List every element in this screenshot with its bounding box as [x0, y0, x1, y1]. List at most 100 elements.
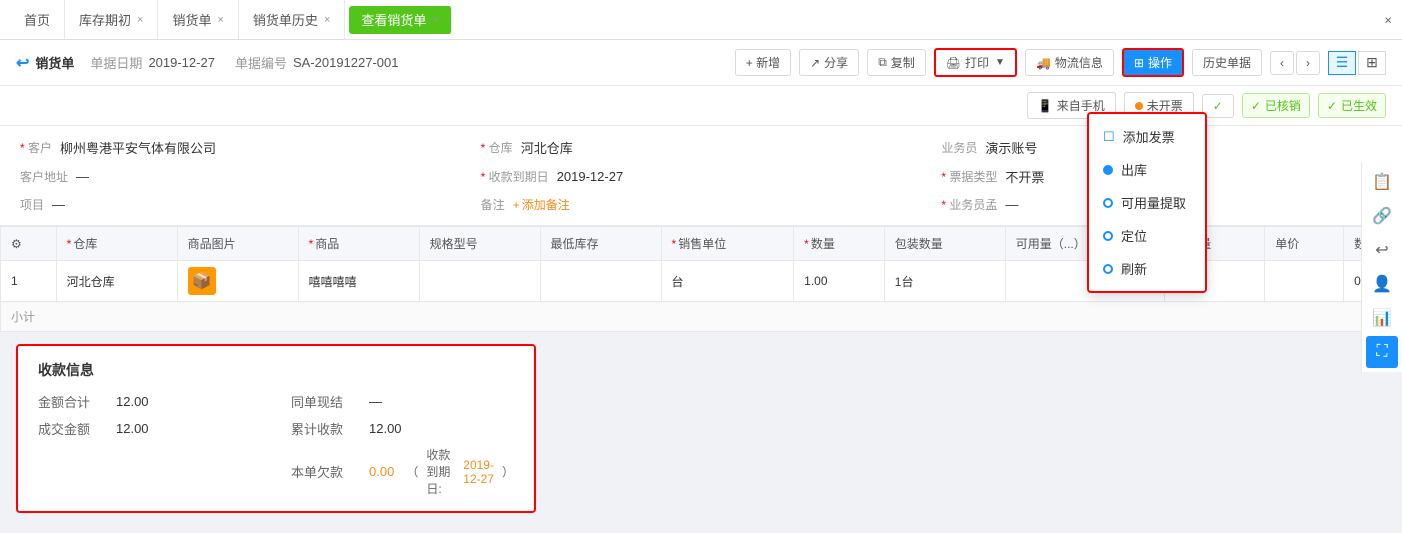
locate-item[interactable]: 定位 — [1089, 219, 1205, 252]
salesperson2-label: 业务员孟 — [941, 196, 997, 213]
col-price: 单价 — [1265, 227, 1344, 261]
warehouse-field: 仓库 河北仓库 — [481, 138, 922, 157]
copy-button[interactable]: ⧉ 复制 — [867, 49, 926, 76]
sidebar-icon-document[interactable]: 📋 — [1366, 166, 1398, 198]
salesperson-label: 业务员 — [941, 139, 977, 156]
operations-icon: ⊞ — [1134, 56, 1144, 70]
subtotal-row: 小计 — [1, 302, 1402, 332]
out-warehouse-item[interactable]: 出库 — [1089, 153, 1205, 186]
close-view-sales-tab[interactable]: × — [432, 14, 438, 26]
col-settings[interactable]: ⚙ — [1, 227, 57, 261]
summary-grid: 金额合计 12.00 同单现结 — 成交金额 12.00 累计收款 12.00 … — [38, 392, 514, 497]
out-warehouse-icon — [1103, 165, 1113, 175]
summary-title: 收款信息 — [38, 360, 514, 380]
row-seq: 1 — [1, 261, 57, 302]
nav-arrows: ‹ › — [1270, 51, 1320, 75]
product-image: 📦 — [188, 267, 216, 295]
same-bill-label: 同单现结 — [291, 392, 361, 411]
due-date-field: 收款到期日 2019-12-27 — [481, 167, 922, 186]
prev-arrow[interactable]: ‹ — [1270, 51, 1294, 75]
share-button[interactable]: ↗ 分享 — [799, 49, 859, 76]
refresh-icon — [1103, 264, 1113, 274]
owed-note: （ — [406, 463, 418, 480]
sidebar-icon-link[interactable]: 🔗 — [1366, 200, 1398, 232]
sidebar-icon-expand[interactable]: ⛶ — [1366, 336, 1398, 368]
row-price — [1265, 261, 1344, 302]
project-field: 项目 — — [20, 196, 461, 213]
due-date-value: 2019-12-27 — [557, 169, 624, 184]
row-img: 📦 — [177, 261, 298, 302]
col-product: *商品 — [298, 227, 419, 261]
warehouse-label: 仓库 — [481, 139, 513, 156]
col-min-stock: 最低库存 — [540, 227, 661, 261]
sidebar-icon-user[interactable]: 👤 — [1366, 268, 1398, 300]
total-amount-label: 金额合计 — [38, 392, 108, 411]
close-sales-tab[interactable]: × — [217, 14, 223, 26]
cumulative-field: 累计收款 12.00 — [291, 419, 514, 438]
list-view-btn[interactable]: ☰ — [1328, 51, 1356, 75]
row-qty: 1.00 — [794, 261, 885, 302]
tab-home[interactable]: 首页 — [8, 0, 65, 39]
tab-sales-history[interactable]: 销货单历史 × — [239, 0, 345, 39]
close-sales-history-tab[interactable]: × — [324, 14, 330, 26]
new-button[interactable]: + 新增 — [735, 49, 791, 76]
add-note-button[interactable]: + 添加备注 — [513, 196, 570, 213]
owed-close-paren: ） — [502, 463, 514, 480]
customer-label: 客户 — [20, 139, 52, 156]
customer-value: 柳州粤港平安气体有限公司 — [60, 138, 216, 157]
close-inventory-tab[interactable]: × — [137, 14, 143, 26]
sold-out-icon: ✓ — [1251, 99, 1261, 113]
doc-title: ↩ 销货单 — [16, 53, 74, 73]
customer-field: 客户 柳州粤港平安气体有限公司 — [20, 138, 461, 157]
doc-header: ↩ 销货单 单据日期 2019-12-27 单据编号 SA-20191227-0… — [0, 40, 1402, 86]
tab-view-sales[interactable]: 查看销货单 × — [349, 6, 451, 34]
tab-sales[interactable]: 销货单 × — [158, 0, 238, 39]
history-button[interactable]: 历史单据 — [1192, 49, 1262, 76]
summary-area: 收款信息 金额合计 12.00 同单现结 — 成交金额 12.00 累计收款 1… — [16, 344, 536, 513]
col-spec: 规格型号 — [419, 227, 540, 261]
doc-date-field: 单据日期 2019-12-27 — [90, 53, 215, 72]
invoice-value: 不开票 — [1005, 167, 1044, 186]
address-label: 客户地址 — [20, 168, 68, 185]
grid-view-btn[interactable]: ⊞ — [1358, 51, 1386, 75]
owed-field — [38, 446, 261, 497]
next-arrow[interactable]: › — [1296, 51, 1320, 75]
print-dropdown-arrow[interactable]: ▼ — [995, 57, 1005, 68]
row-spec — [419, 261, 540, 302]
print-icon: 🖨 — [946, 56, 961, 70]
same-bill-field: 同单现结 — — [291, 392, 514, 411]
cumulative-label: 累计收款 — [291, 419, 361, 438]
col-img: 商品图片 — [177, 227, 298, 261]
window-close-button[interactable]: × — [1384, 12, 1392, 27]
note-label: 备注 — [481, 196, 505, 213]
project-label: 项目 — [20, 196, 44, 213]
row-warehouse: 河北仓库 — [56, 261, 177, 302]
sidebar-icon-chart[interactable]: 📊 — [1366, 302, 1398, 334]
tab-inventory[interactable]: 库存期初 × — [65, 0, 158, 39]
copy-icon: ⧉ — [878, 55, 887, 70]
sidebar-icon-return[interactable]: ↩ — [1366, 234, 1398, 266]
logistics-icon: 🚚 — [1036, 56, 1051, 70]
refresh-item[interactable]: 刷新 — [1089, 252, 1205, 285]
add-invoice-item[interactable]: ☐ 添加发票 — [1089, 120, 1205, 153]
doc-number-field: 单据编号 SA-20191227-001 — [235, 53, 399, 72]
operations-button[interactable]: ⊞ 操作 — [1122, 48, 1184, 77]
doc-icon: ↩ — [16, 53, 29, 73]
col-warehouse: *仓库 — [56, 227, 177, 261]
address-value: — — [76, 169, 89, 184]
col-unit: *销售单位 — [661, 227, 794, 261]
invoice-label: 票据类型 — [941, 168, 997, 185]
row-unit: 台 — [661, 261, 794, 302]
available-qty-item[interactable]: 可用量提取 — [1089, 186, 1205, 219]
subtotal-label: 小计 — [1, 302, 1402, 332]
print-button[interactable]: 🖨 打印 ▼ — [934, 48, 1017, 77]
logistics-button[interactable]: 🚚 物流信息 — [1025, 49, 1114, 76]
operations-dropdown: ☐ 添加发票 出库 可用量提取 定位 刷新 — [1087, 112, 1207, 293]
effective-badge: ✓ 已生效 — [1318, 93, 1386, 118]
cumulative-value: 12.00 — [369, 421, 402, 436]
row-product: 嘻嘻嘻嘻 — [298, 261, 419, 302]
col-pack-qty: 包装数量 — [884, 227, 1005, 261]
available-qty-icon — [1103, 198, 1113, 208]
deal-amount-label: 成交金额 — [38, 419, 108, 438]
total-amount-field: 金额合计 12.00 — [38, 392, 261, 411]
